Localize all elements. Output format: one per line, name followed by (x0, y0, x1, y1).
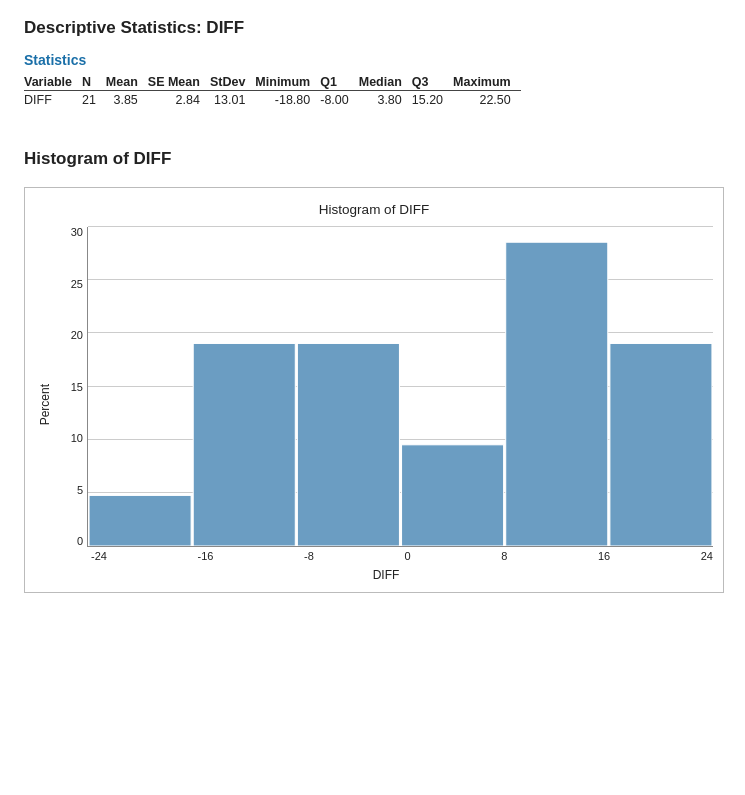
statistics-table: VariableNMeanSE MeanStDevMinimumQ1Median… (24, 74, 521, 109)
stats-col-header: Mean (106, 74, 148, 91)
stats-col-header: Maximum (453, 74, 521, 91)
stats-cell: DIFF (24, 91, 82, 110)
stats-col-header: Q1 (320, 74, 359, 91)
stats-cell: -18.80 (255, 91, 320, 110)
bar-rect (297, 343, 399, 546)
bar-rect (193, 343, 295, 546)
y-tick: 20 (71, 330, 83, 341)
x-tick: -8 (304, 550, 314, 562)
stats-cell: 3.80 (359, 91, 412, 110)
x-tick: 8 (501, 550, 507, 562)
x-tick: 24 (701, 550, 713, 562)
stats-row: DIFF213.852.8413.01-18.80-8.003.8015.202… (24, 91, 521, 110)
bars-svg (88, 227, 713, 546)
stats-col-header: Variable (24, 74, 82, 91)
bar-rect (402, 445, 504, 546)
stats-cell: 13.01 (210, 91, 255, 110)
stats-cell: 15.20 (412, 91, 453, 110)
x-tick: -24 (91, 550, 107, 562)
grid-and-bars (87, 227, 713, 547)
x-tick: 16 (598, 550, 610, 562)
y-axis-label-wrap: Percent (35, 227, 55, 582)
stats-col-header: StDev (210, 74, 255, 91)
stats-cell: 22.50 (453, 91, 521, 110)
bars-area (87, 227, 713, 547)
y-axis-label: Percent (38, 384, 52, 425)
chart-title: Histogram of DIFF (35, 202, 713, 217)
stats-col-header: SE Mean (148, 74, 210, 91)
statistics-section-title: Statistics (24, 52, 721, 68)
y-tick: 10 (71, 433, 83, 444)
bar-rect (610, 343, 712, 546)
stats-col-header: Q3 (412, 74, 453, 91)
y-ticks: 0 5 10 15 20 25 30 (59, 227, 87, 547)
stats-cell: -8.00 (320, 91, 359, 110)
stats-col-header: N (82, 74, 106, 91)
stats-col-header: Minimum (255, 74, 320, 91)
bar-rect (89, 495, 191, 546)
histogram-chart: Histogram of DIFF Percent 0 5 10 15 20 25 30 -… (24, 187, 724, 593)
stats-cell: 21 (82, 91, 106, 110)
stats-cell: 2.84 (148, 91, 210, 110)
bar-rect (506, 242, 608, 546)
y-tick: 5 (77, 485, 83, 496)
x-tick: 0 (404, 550, 410, 562)
x-tick: -16 (198, 550, 214, 562)
stats-cell: 3.85 (106, 91, 148, 110)
y-tick: 30 (71, 227, 83, 238)
histogram-section-title: Histogram of DIFF (24, 149, 721, 169)
x-axis-label: DIFF (59, 568, 713, 582)
y-tick: 0 (77, 536, 83, 547)
chart-plot-area: 0 5 10 15 20 25 30 -24 -16 -8 0 8 16 24 DIFF (59, 227, 713, 582)
page-title: Descriptive Statistics: DIFF (24, 18, 721, 38)
y-tick: 25 (71, 279, 83, 290)
x-ticks: -24 -16 -8 0 8 16 24 (91, 547, 713, 562)
y-tick: 15 (71, 382, 83, 393)
stats-col-header: Median (359, 74, 412, 91)
